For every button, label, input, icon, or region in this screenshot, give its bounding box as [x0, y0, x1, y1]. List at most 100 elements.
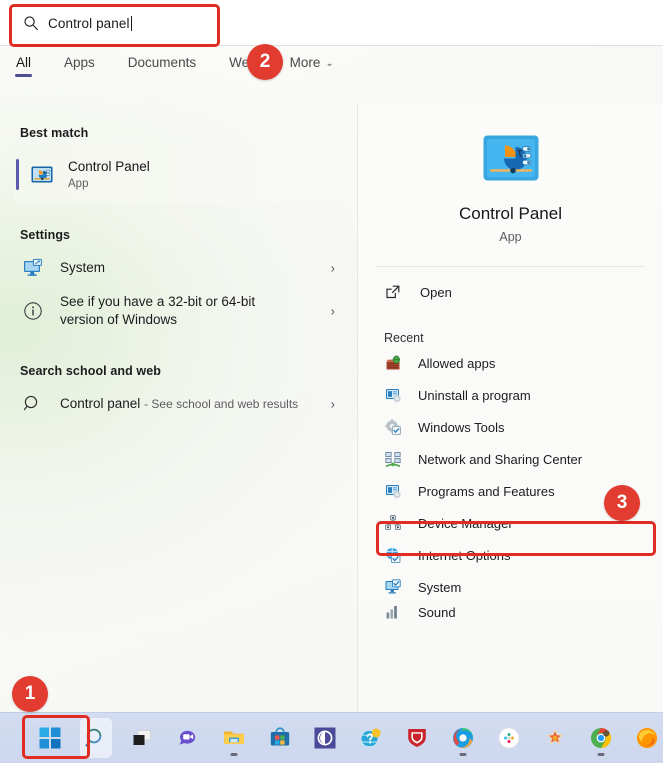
recent-item-label: Device Manager: [418, 515, 513, 531]
text-caret: [130, 15, 132, 31]
settings-item-system[interactable]: System ›: [0, 248, 357, 288]
open-label: Open: [420, 284, 452, 300]
annotation-badge-1: 1: [12, 676, 48, 712]
tab-all-label: All: [16, 55, 32, 70]
settings-heading: Settings: [20, 228, 71, 242]
open-button[interactable]: Open: [358, 267, 663, 301]
tab-all[interactable]: All: [14, 46, 33, 77]
edge-button[interactable]: [447, 718, 479, 758]
windows-logo-icon: [38, 726, 62, 750]
tab-apps-label: Apps: [64, 55, 95, 70]
system-monitor-icon: [384, 578, 402, 596]
microsoft-store-button[interactable]: [264, 718, 296, 758]
best-match-title: Control Panel: [68, 158, 150, 174]
recent-item-allowed-apps[interactable]: Allowed apps: [358, 347, 663, 379]
taskbar: [0, 712, 663, 763]
filter-tabs: All Apps Documents Web More ⌄: [0, 46, 663, 88]
settings-item-bit-version[interactable]: See if you have a 32-bit or 64-bit versi…: [0, 288, 357, 334]
mcafee-shield-icon: [405, 726, 429, 750]
preview-app-title: Control Panel: [458, 204, 562, 223]
recent-item-label: System: [418, 579, 462, 595]
search-input[interactable]: Control panel: [14, 9, 213, 37]
recent-item-label: Network and Sharing Center: [418, 451, 583, 467]
firefox-icon: [635, 726, 659, 750]
settings-item-label: System: [60, 260, 106, 275]
web-search-result[interactable]: Control panel - See school and web resul…: [0, 384, 357, 424]
recent-item-windows-tools[interactable]: Windows Tools: [358, 411, 663, 443]
chat-teams-icon: [176, 726, 200, 750]
tab-more[interactable]: More ⌄: [288, 46, 336, 70]
recent-item-label: Programs and Features: [418, 483, 555, 499]
file-explorer-button[interactable]: [218, 718, 250, 758]
start-button[interactable]: [34, 718, 66, 758]
recent-item-label: Sound: [418, 604, 456, 620]
best-match-heading: Best match: [20, 126, 89, 140]
settings-item-label: See if you have a 32-bit or 64-bit versi…: [60, 294, 256, 327]
chevron-right-icon: ›: [330, 303, 335, 319]
recent-item-internet-options[interactable]: Internet Options: [358, 539, 663, 571]
folder-icon: [222, 726, 246, 750]
recent-item-sound[interactable]: Sound: [358, 603, 663, 621]
annotation-badge-3: 3: [604, 485, 640, 521]
preview-app-type: App: [499, 230, 522, 244]
search-input-value: Control panel: [48, 15, 130, 31]
search-icon: [22, 393, 44, 415]
question-globe-icon: [359, 726, 383, 750]
results-list: Best match Control Panel App Settings Sy…: [0, 104, 357, 712]
search-bar-strip: Control panel: [0, 0, 663, 46]
best-match-result-control-panel[interactable]: Control Panel App: [14, 146, 343, 203]
open-external-icon: [384, 283, 402, 301]
search-flyout: Control panel All Apps Documents Web Mor…: [0, 0, 663, 712]
recent-item-label: Windows Tools: [418, 419, 505, 435]
help-button[interactable]: [355, 718, 387, 758]
preview-panel: Control Panel App Open Recent Allowed ap…: [357, 104, 663, 712]
allowed-apps-icon: [384, 354, 402, 372]
app-button-circle[interactable]: [310, 718, 342, 758]
recent-item-uninstall-a-program[interactable]: Uninstall a program: [358, 379, 663, 411]
chrome-icon: [589, 726, 613, 750]
task-view-icon: [130, 726, 154, 750]
search-button[interactable]: [79, 718, 112, 758]
search-icon: [23, 15, 39, 31]
firefox-button[interactable]: [631, 718, 663, 758]
chevron-right-icon: ›: [330, 396, 335, 412]
painter-button[interactable]: [539, 718, 571, 758]
chat-button[interactable]: [172, 718, 204, 758]
recent-item-label: Internet Options: [418, 547, 511, 563]
tab-apps[interactable]: Apps: [62, 46, 97, 70]
control-panel-icon: [30, 163, 54, 187]
slack-icon: [497, 726, 521, 750]
recent-heading: Recent: [384, 331, 424, 345]
uninstall-program-icon: [384, 386, 402, 404]
search-icon: [84, 726, 108, 750]
windows-search-screen: Control panel All Apps Documents Web Mor…: [0, 0, 663, 763]
web-result-suffix: - See school and web results: [144, 397, 299, 411]
sound-icon: [384, 603, 402, 621]
programs-features-icon: [384, 482, 402, 500]
recent-item-label: Allowed apps: [418, 355, 496, 371]
chevron-down-icon: ⌄: [325, 58, 334, 69]
system-monitor-icon: [22, 257, 44, 279]
task-view-button[interactable]: [126, 718, 158, 758]
recent-item-label: Uninstall a program: [418, 387, 531, 403]
tab-documents[interactable]: Documents: [126, 46, 198, 70]
info-circle-icon: [22, 300, 44, 322]
best-match-subtitle: App: [68, 177, 89, 190]
windows-tools-icon: [384, 418, 402, 436]
network-sharing-icon: [384, 450, 402, 468]
tab-documents-label: Documents: [127, 55, 197, 70]
control-panel-icon: [482, 134, 540, 184]
circle-app-icon: [313, 726, 337, 750]
recent-item-system[interactable]: System: [358, 571, 663, 603]
chrome-button[interactable]: [585, 718, 617, 758]
slack-button[interactable]: [493, 718, 525, 758]
running-indicator: [459, 753, 467, 756]
chevron-right-icon: ›: [330, 260, 335, 276]
results-columns: Best match Control Panel App Settings Sy…: [0, 104, 663, 712]
app-preview-header: Control Panel App: [358, 104, 663, 244]
mcafee-button[interactable]: [401, 718, 433, 758]
device-manager-icon: [384, 514, 402, 532]
recent-item-network-and-sharing-center[interactable]: Network and Sharing Center: [358, 443, 663, 475]
running-indicator: [597, 753, 605, 756]
annotation-badge-2: 2: [247, 44, 283, 80]
